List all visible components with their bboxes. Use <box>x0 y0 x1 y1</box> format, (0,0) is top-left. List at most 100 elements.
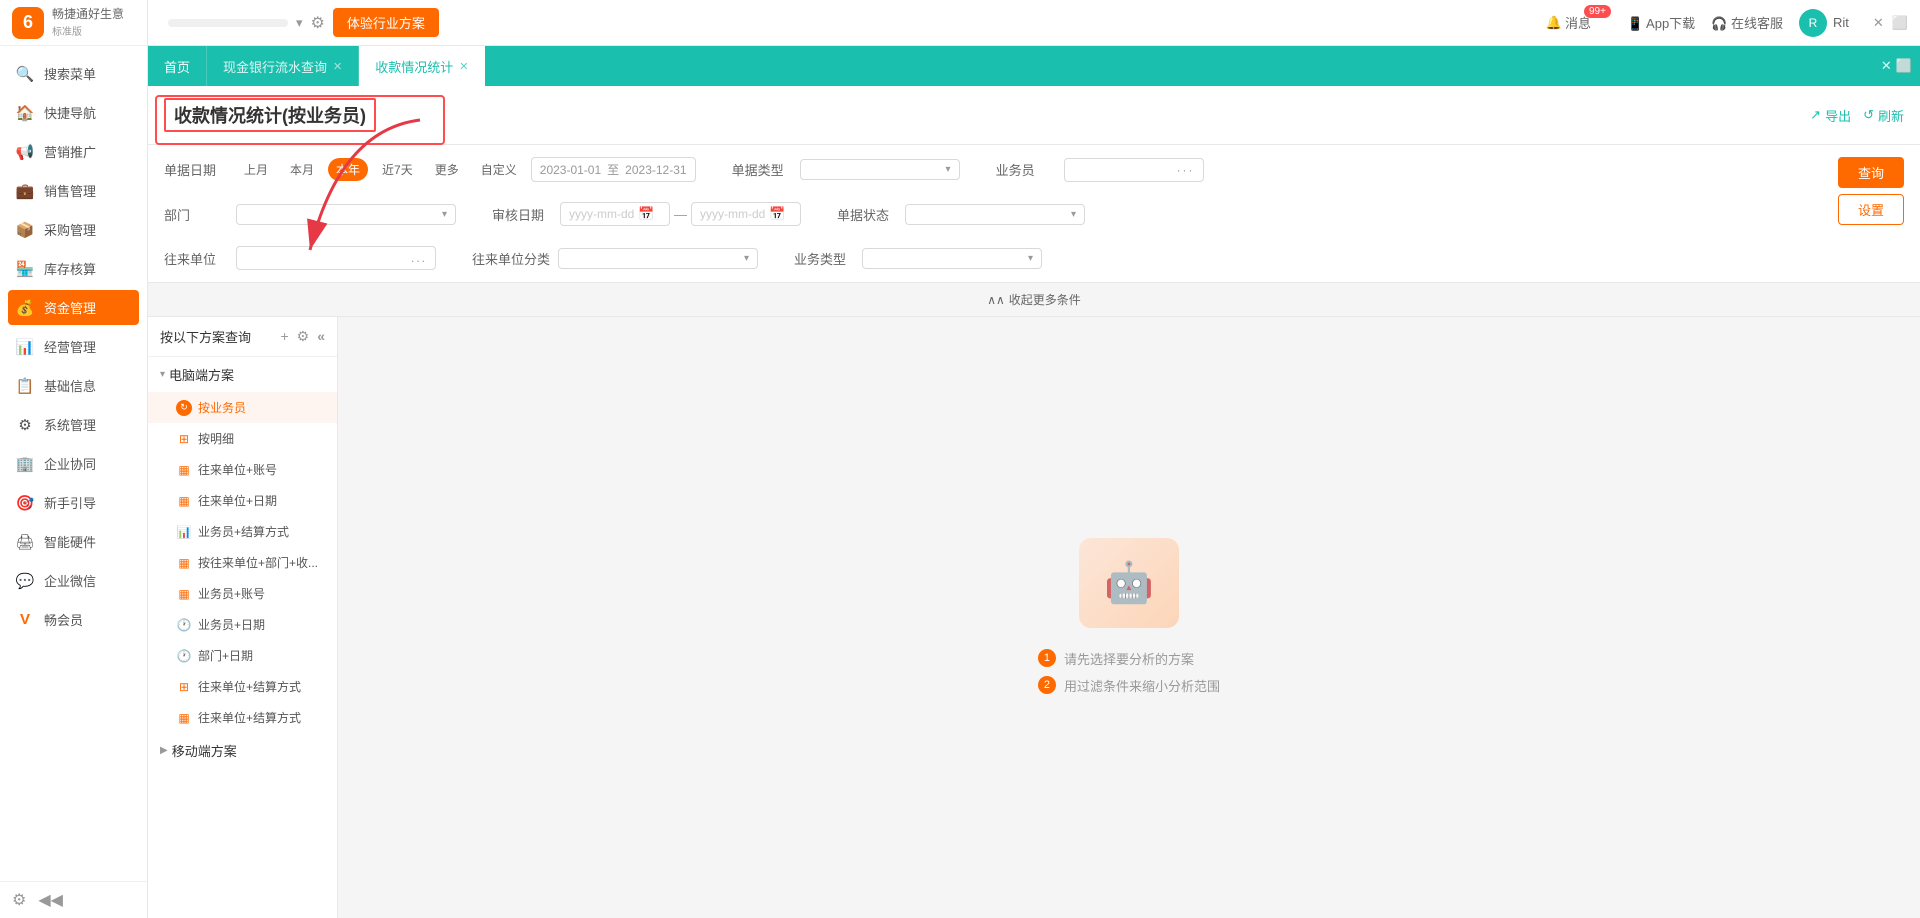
notification-button[interactable]: 🔔 消息 99+ <box>1546 13 1591 32</box>
top-dropdown-icon[interactable]: ▾ <box>296 15 303 31</box>
tab-bank-close[interactable]: ✕ <box>333 60 342 73</box>
detail-grid-icon: ⊞ <box>176 431 192 447</box>
sidebar-item-basics[interactable]: 📋 基础信息 <box>0 366 147 405</box>
sidebar-logo: 6 畅捷通好生意 标准版 <box>0 0 147 46</box>
scheme-item-unit-settle1[interactable]: ⊞ 往来单位+结算方式 <box>148 671 337 702</box>
audit-date-from[interactable]: yyyy-mm-dd 📅 <box>560 202 670 226</box>
biz-type-select[interactable]: ▾ <box>862 248 1042 269</box>
date-btn-more[interactable]: 更多 <box>427 158 467 181</box>
partner-input[interactable]: ... <box>236 246 436 270</box>
scheme-item-label-unit-dept: 按往来单位+部门+收... <box>198 554 318 571</box>
scheme-panel: 按以下方案查询 + ⚙ « ▾ 电脑端方案 ↻ 按业务员 <box>148 317 338 918</box>
tab-receipt-close[interactable]: ✕ <box>459 60 468 73</box>
tab-receipt[interactable]: 收款情况统计 ✕ <box>359 46 485 86</box>
sidebar-item-sales[interactable]: 💼 销售管理 <box>0 171 147 210</box>
scheme-item-unit-date[interactable]: ▦ 往来单位+日期 <box>148 485 337 516</box>
doc-status-select[interactable]: ▾ <box>905 204 1085 225</box>
scheme-item-salesperson-settle[interactable]: 📊 业务员+结算方式 <box>148 516 337 547</box>
query-button[interactable]: 查询 <box>1838 157 1904 188</box>
sidebar-item-newbie[interactable]: 🎯 新手引导 <box>0 483 147 522</box>
date-range-input[interactable]: 2023-01-01 至 2023-12-31 <box>531 157 696 182</box>
sidebar-item-search[interactable]: 🔍 搜索菜单 <box>0 54 147 93</box>
unit-account-icon: ▦ <box>176 462 192 478</box>
top-settings-icon[interactable]: ⚙ <box>311 13 325 33</box>
date-btn-thisyear[interactable]: 本年 <box>328 158 368 181</box>
dept-select[interactable]: ▾ <box>236 204 456 225</box>
top-search-bar[interactable] <box>168 19 288 27</box>
scheme-item-label-salesperson: 按业务员 <box>198 399 246 416</box>
scheme-add-icon[interactable]: + <box>280 328 288 345</box>
biz-type-label: 业务类型 <box>794 249 854 268</box>
member-icon: V <box>16 611 34 629</box>
date-btn-thismonth[interactable]: 本月 <box>282 158 322 181</box>
doc-status-label: 单据状态 <box>837 205 897 224</box>
scheme-item-unit-account[interactable]: ▦ 往来单位+账号 <box>148 454 337 485</box>
tab-close-all[interactable]: ✕ <box>1881 58 1892 74</box>
scheme-collapse-icon[interactable]: « <box>317 328 325 345</box>
sidebar-label-member: 畅会员 <box>44 610 83 629</box>
date-btn-custom[interactable]: 自定义 <box>473 158 525 181</box>
sidebar-item-wechat[interactable]: 💬 企业微信 <box>0 561 147 600</box>
scheme-item-by-detail[interactable]: ⊞ 按明细 <box>148 423 337 454</box>
partner-type-arrow: ▾ <box>744 253 749 264</box>
page-header: 收款情况统计(按业务员) ↗ 导出 ↺ 刷新 <box>148 86 1920 145</box>
refresh-button[interactable]: ↺ 刷新 <box>1863 106 1904 125</box>
dept-label: 部门 <box>164 205 224 224</box>
home-icon: 🏠 <box>16 104 34 122</box>
doc-type-label: 单据类型 <box>732 160 792 179</box>
scheme-item-salesperson-account[interactable]: ▦ 业务员+账号 <box>148 578 337 609</box>
window-maximize-button[interactable]: ⬜ <box>1892 15 1908 31</box>
online-service-button[interactable]: 🎧 在线客服 <box>1711 13 1783 32</box>
salesperson-dots: ··· <box>1177 163 1195 177</box>
scheme-group-header-desktop[interactable]: ▾ 电脑端方案 <box>148 357 337 392</box>
sidebar-bottom: ⚙ ◀◀ <box>0 881 147 918</box>
scheme-settings-icon[interactable]: ⚙ <box>297 328 310 345</box>
tab-home[interactable]: 首页 <box>148 46 207 86</box>
sidebar-item-enterprise[interactable]: 🏢 企业协同 <box>0 444 147 483</box>
sidebar-item-system[interactable]: ⚙ 系统管理 <box>0 405 147 444</box>
trial-button[interactable]: 体验行业方案 <box>333 8 439 37</box>
app-download-button[interactable]: 📱 App下载 <box>1627 13 1695 32</box>
scheme-item-label-unit-date: 往来单位+日期 <box>198 492 277 509</box>
dept-date-icon: 🕐 <box>176 648 192 664</box>
scheme-group-header-mobile[interactable]: ▶ 移动端方案 <box>148 733 337 768</box>
tab-bank[interactable]: 现金银行流水查询 ✕ <box>207 46 359 86</box>
sidebar-collapse-icon[interactable]: ◀◀ <box>38 890 63 910</box>
scheme-item-by-salesperson[interactable]: ↻ 按业务员 <box>148 392 337 423</box>
sidebar-item-finance[interactable]: 💰 资金管理 <box>8 290 139 325</box>
sidebar-item-hardware[interactable]: 🖨 智能硬件 <box>0 522 147 561</box>
audit-date-to[interactable]: yyyy-mm-dd 📅 <box>691 202 801 226</box>
partner-type-select[interactable]: ▾ <box>558 248 758 269</box>
sidebar-item-purchase[interactable]: 📦 采购管理 <box>0 210 147 249</box>
sidebar-item-marketing[interactable]: 📢 营销推广 <box>0 132 147 171</box>
inventory-icon: 🏪 <box>16 260 34 278</box>
date-btn-lastmonth[interactable]: 上月 <box>236 158 276 181</box>
filter-settings-button[interactable]: 设置 <box>1838 194 1904 225</box>
salesperson-select[interactable]: ··· <box>1064 158 1204 182</box>
sidebar-item-operations[interactable]: 📊 经营管理 <box>0 327 147 366</box>
scheme-item-unit-dept[interactable]: ▦ 按往来单位+部门+收... <box>148 547 337 578</box>
scheme-item-dept-date[interactable]: 🕐 部门+日期 <box>148 640 337 671</box>
export-button[interactable]: ↗ 导出 <box>1810 106 1851 125</box>
scheme-item-label-salesperson-date: 业务员+日期 <box>198 616 265 633</box>
newbie-icon: 🎯 <box>16 494 34 512</box>
scheme-item-unit-settle2[interactable]: ▦ 往来单位+结算方式 <box>148 702 337 733</box>
date-label: 单据日期 <box>164 160 224 179</box>
tab-fullscreen[interactable]: ⬜ <box>1896 58 1912 74</box>
app-badge: 标准版 <box>52 23 124 38</box>
window-close-button[interactable]: ✕ <box>1873 15 1884 31</box>
sidebar-item-member[interactable]: V 畅会员 <box>0 600 147 639</box>
collapse-bar[interactable]: ∧∧ 收起更多条件 <box>148 283 1920 317</box>
purchase-icon: 📦 <box>16 221 34 239</box>
user-area[interactable]: R Rit <box>1799 9 1849 37</box>
sidebar-settings-icon[interactable]: ⚙ <box>12 890 26 910</box>
app-download-label: App下载 <box>1646 16 1695 31</box>
salesperson-date-icon: 🕐 <box>176 617 192 633</box>
doc-type-select[interactable]: ▾ <box>800 159 960 180</box>
system-icon: ⚙ <box>16 416 34 434</box>
sidebar-item-inventory[interactable]: 🏪 库存核算 <box>0 249 147 288</box>
date-btn-last7[interactable]: 近7天 <box>374 158 421 181</box>
sidebar-item-quicknav[interactable]: 🏠 快捷导航 <box>0 93 147 132</box>
scheme-item-salesperson-date[interactable]: 🕐 业务员+日期 <box>148 609 337 640</box>
partner-dots: ... <box>411 251 427 265</box>
